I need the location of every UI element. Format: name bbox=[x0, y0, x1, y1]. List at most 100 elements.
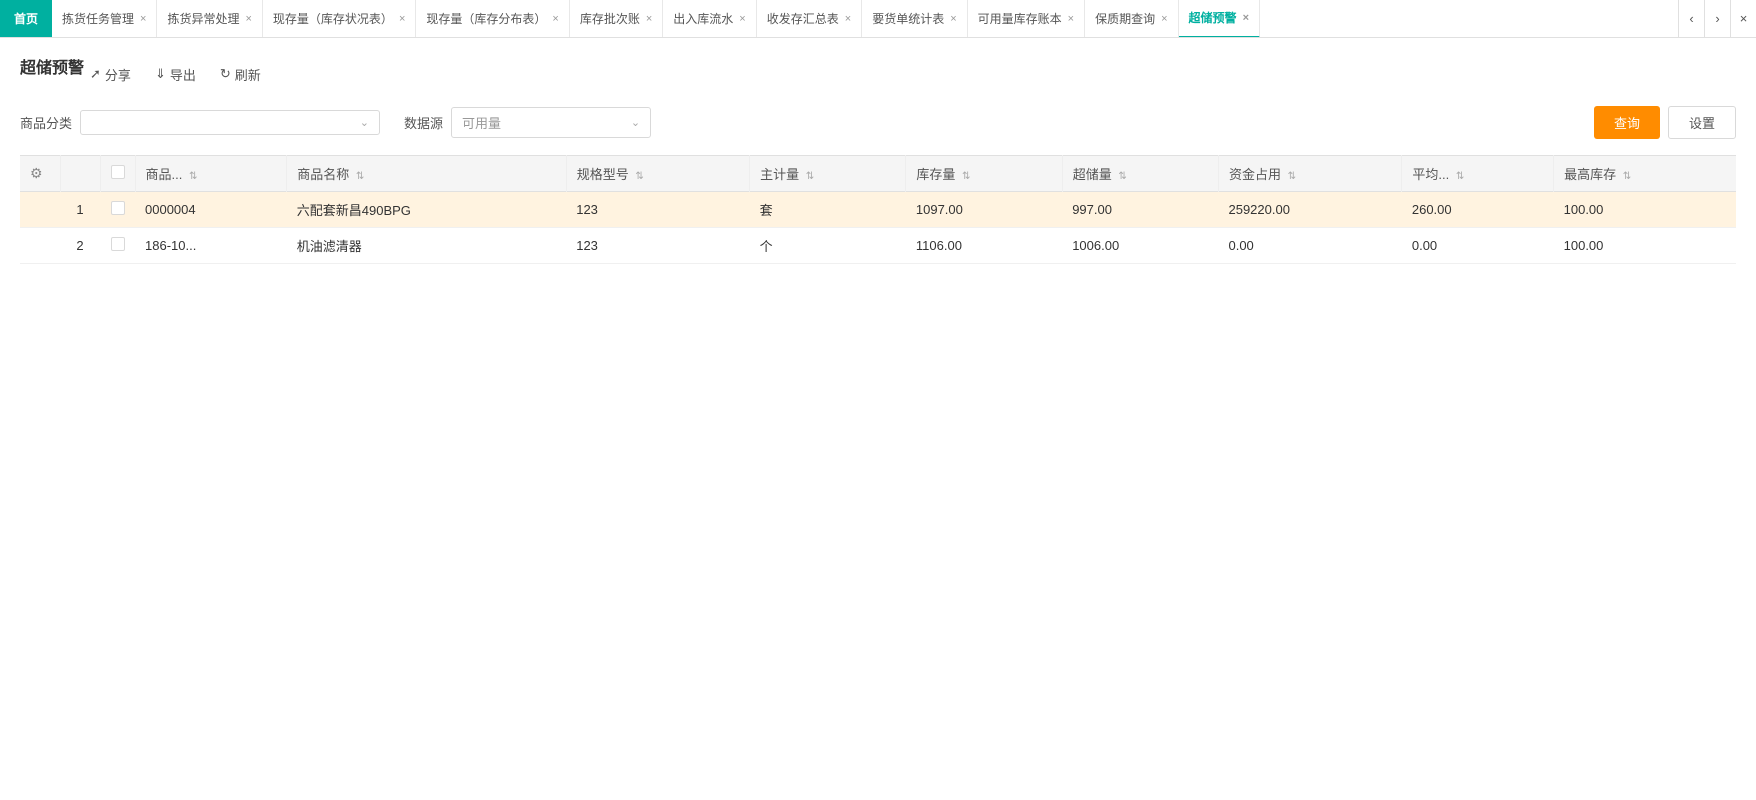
row-gear-cell bbox=[20, 228, 60, 264]
category-arrow-icon: ⌄ bbox=[360, 116, 369, 129]
tab-close-icon[interactable]: × bbox=[739, 13, 745, 25]
export-icon: ⇓ bbox=[155, 66, 166, 82]
row-checkbox-cell bbox=[100, 228, 135, 264]
th-index bbox=[60, 156, 100, 192]
row-checkbox-cell bbox=[100, 192, 135, 228]
export-label: 导出 bbox=[170, 65, 196, 84]
header-checkbox[interactable] bbox=[111, 165, 125, 179]
tab-inventory-status[interactable]: 现存量（库存状况表）× bbox=[263, 0, 416, 38]
tab-close-icon[interactable]: × bbox=[646, 13, 652, 25]
nav-prev-button[interactable]: ‹ bbox=[1678, 0, 1704, 38]
tab-label: 收发存汇总表 bbox=[767, 10, 839, 27]
tab-label: 保质期查询 bbox=[1095, 10, 1155, 27]
row-index: 2 bbox=[60, 228, 100, 264]
row-index: 1 bbox=[60, 192, 100, 228]
row-checkbox[interactable] bbox=[111, 201, 125, 215]
share-label: 分享 bbox=[105, 65, 131, 84]
tab-label: 可用量库存账本 bbox=[978, 10, 1062, 27]
sort-capital-icon: ⇅ bbox=[1288, 171, 1296, 182]
refresh-label: 刷新 bbox=[235, 65, 261, 84]
row-max-stock: 100.00 bbox=[1554, 192, 1736, 228]
th-spec-label: 规格型号 bbox=[577, 167, 629, 182]
home-label: 首页 bbox=[14, 10, 38, 27]
tab-collect-summary[interactable]: 收发存汇总表 × bbox=[757, 0, 862, 38]
tab-overstock-warning[interactable]: 超储预警× bbox=[1179, 0, 1260, 38]
th-stock[interactable]: 库存量 ⇅ bbox=[906, 156, 1062, 192]
tab-batch-account[interactable]: 库存批次账× bbox=[570, 0, 663, 38]
tab-home[interactable]: 首页 bbox=[0, 0, 52, 38]
tab-close-icon[interactable]: × bbox=[950, 13, 956, 25]
th-capital[interactable]: 资金占用 ⇅ bbox=[1218, 156, 1401, 192]
tab-close-icon[interactable]: × bbox=[845, 13, 851, 25]
category-select[interactable]: ⌄ bbox=[80, 110, 380, 135]
category-label: 商品分类 bbox=[20, 113, 72, 132]
tab-close-icon[interactable]: × bbox=[1068, 13, 1074, 25]
tab-task-mgmt[interactable]: 拣货任务管理× bbox=[52, 0, 157, 38]
tab-close-icon[interactable]: × bbox=[552, 13, 558, 25]
row-product-name: 机油滤清器 bbox=[287, 228, 566, 264]
refresh-icon: ↻ bbox=[220, 66, 231, 82]
th-average[interactable]: 平均... ⇅ bbox=[1402, 156, 1554, 192]
th-spec[interactable]: 规格型号 ⇅ bbox=[566, 156, 749, 192]
row-overstock: 1006.00 bbox=[1062, 228, 1218, 264]
export-button[interactable]: ⇓ 导出 bbox=[149, 61, 202, 88]
action-buttons: 查询 设置 bbox=[1594, 106, 1736, 139]
row-capital: 259220.00 bbox=[1218, 192, 1401, 228]
datasource-label: 数据源 bbox=[404, 113, 443, 132]
share-button[interactable]: ➚ 分享 bbox=[84, 61, 137, 88]
datasource-arrow-icon: ⌄ bbox=[631, 116, 640, 129]
row-capital: 0.00 bbox=[1218, 228, 1401, 264]
th-overstock[interactable]: 超储量 ⇅ bbox=[1062, 156, 1218, 192]
tab-close-icon[interactable]: × bbox=[399, 13, 405, 25]
data-table: ⚙ 商品... ⇅ 商品名称 ⇅ 规格型号 bbox=[20, 155, 1736, 264]
th-product-name-label: 商品名称 bbox=[297, 167, 349, 182]
row-product-name: 六配套新昌490BPG bbox=[287, 192, 566, 228]
row-gear-cell bbox=[20, 192, 60, 228]
tab-close-icon[interactable]: × bbox=[245, 13, 251, 25]
row-spec: 123 bbox=[566, 192, 749, 228]
tab-label: 拣货异常处理 bbox=[167, 10, 239, 27]
tab-quality-check[interactable]: 保质期查询 × bbox=[1085, 0, 1178, 38]
tab-close-icon[interactable]: × bbox=[1243, 12, 1249, 24]
sort-product-name-icon: ⇅ bbox=[356, 171, 364, 182]
nav-next-button[interactable]: › bbox=[1704, 0, 1730, 38]
settings-button[interactable]: 设置 bbox=[1668, 106, 1736, 139]
th-overstock-label: 超储量 bbox=[1073, 167, 1112, 182]
nav-arrows: ‹ › × bbox=[1678, 0, 1756, 38]
tab-close-icon[interactable]: × bbox=[140, 13, 146, 25]
row-stock: 1097.00 bbox=[906, 192, 1062, 228]
tab-inout-flow[interactable]: 出入库流水 × bbox=[663, 0, 756, 38]
th-stock-label: 库存量 bbox=[916, 167, 955, 182]
th-product-code-label: 商品... bbox=[146, 167, 183, 182]
tab-label: 出入库流水 bbox=[673, 10, 733, 27]
row-checkbox[interactable] bbox=[111, 237, 125, 251]
page-title: 超储预警 bbox=[20, 54, 84, 78]
refresh-button[interactable]: ↻ 刷新 bbox=[214, 61, 267, 88]
topbar: 首页 拣货任务管理×拣货异常处理×现存量（库存状况表）×现存量（库存分布表）×库… bbox=[0, 0, 1756, 38]
sort-spec-icon: ⇅ bbox=[635, 171, 643, 182]
th-max-stock[interactable]: 最高库存 ⇅ bbox=[1554, 156, 1736, 192]
th-gear[interactable]: ⚙ bbox=[20, 156, 60, 192]
th-product-name[interactable]: 商品名称 ⇅ bbox=[287, 156, 566, 192]
tab-inventory-dist[interactable]: 现存量（库存分布表）× bbox=[416, 0, 569, 38]
sort-stock-icon: ⇅ bbox=[962, 171, 970, 182]
gear-icon: ⚙ bbox=[30, 165, 43, 181]
nav-close-button[interactable]: × bbox=[1730, 0, 1756, 38]
tab-label: 要货单统计表 bbox=[872, 10, 944, 27]
tab-exception[interactable]: 拣货异常处理 × bbox=[157, 0, 262, 38]
sort-unit-icon: ⇅ bbox=[806, 171, 814, 182]
table-row: 1 0000004 六配套新昌490BPG 123 套 1097.00 997.… bbox=[20, 192, 1736, 228]
datasource-select[interactable]: 可用量 ⌄ bbox=[451, 107, 651, 138]
query-button[interactable]: 查询 bbox=[1594, 106, 1660, 139]
sort-product-code-icon: ⇅ bbox=[189, 171, 197, 182]
tab-order-stats[interactable]: 要货单统计表 × bbox=[862, 0, 967, 38]
tab-available-account[interactable]: 可用量库存账本 × bbox=[968, 0, 1085, 38]
tab-close-icon[interactable]: × bbox=[1161, 13, 1167, 25]
category-filter: 商品分类 ⌄ bbox=[20, 110, 380, 135]
th-product-code[interactable]: 商品... ⇅ bbox=[135, 156, 287, 192]
th-unit[interactable]: 主计量 ⇅ bbox=[750, 156, 906, 192]
sort-max-stock-icon: ⇅ bbox=[1623, 171, 1631, 182]
table-wrapper: ⚙ 商品... ⇅ 商品名称 ⇅ 规格型号 bbox=[20, 155, 1736, 264]
row-unit: 套 bbox=[750, 192, 906, 228]
tabs-container: 拣货任务管理×拣货异常处理×现存量（库存状况表）×现存量（库存分布表）×库存批次… bbox=[52, 0, 1678, 38]
